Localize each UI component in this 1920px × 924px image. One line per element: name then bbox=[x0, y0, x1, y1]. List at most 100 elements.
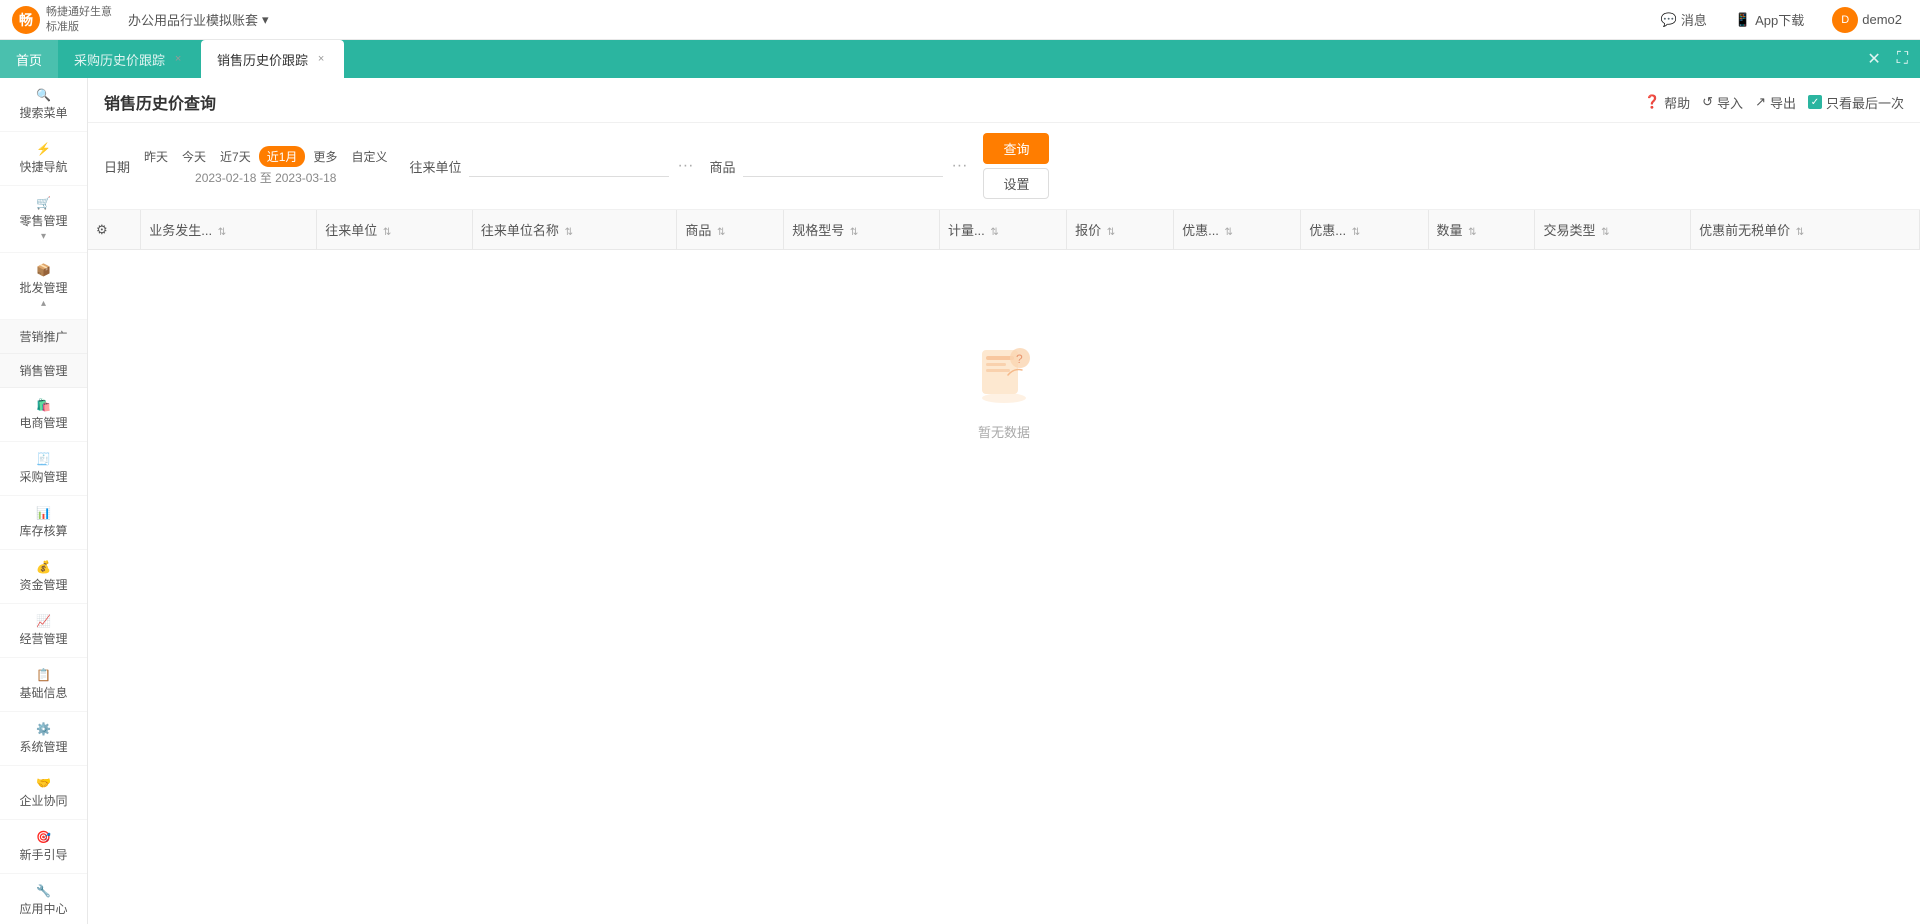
only-last-checkbox-label[interactable]: ✓ 只看最后一次 bbox=[1808, 93, 1904, 112]
retail-icon: 🛒 bbox=[36, 196, 51, 210]
content-area: 销售历史价查询 ❓ 帮助 ↺ 导入 ↗ 导出 ✓ 只看最后一次 bbox=[88, 78, 1920, 924]
sidebar-item-enterprise[interactable]: 🤝 企业协同 bbox=[0, 766, 87, 820]
message-button[interactable]: 💬 消息 bbox=[1655, 6, 1713, 33]
sidebar-item-appstore[interactable]: 🔧 应用中心 bbox=[0, 874, 87, 924]
top-bar-right: 💬 消息 📱 App下载 D demo2 bbox=[1655, 3, 1908, 37]
col-discount1[interactable]: 优惠... ⇅ bbox=[1174, 210, 1301, 250]
export-button[interactable]: ↗ 导出 bbox=[1755, 93, 1796, 112]
sidebar-item-wholesale[interactable]: 📦 批发管理 ▴ bbox=[0, 253, 87, 320]
sort-icon: ⇅ bbox=[1225, 227, 1233, 238]
help-button[interactable]: ❓ 帮助 bbox=[1644, 93, 1690, 112]
col-quantity[interactable]: 数量 ⇅ bbox=[1428, 210, 1535, 250]
top-bar-left: 畅 畅捷通好生意 标准版 办公用品行业模拟账套 ▾ bbox=[12, 5, 277, 34]
col-goods[interactable]: 商品 ⇅ bbox=[677, 210, 784, 250]
top-bar: 畅 畅捷通好生意 标准版 办公用品行业模拟账套 ▾ 💬 消息 📱 App下载 D… bbox=[0, 0, 1920, 40]
col-spec[interactable]: 规格型号 ⇅ bbox=[784, 210, 940, 250]
chevron-down-icon: ▾ bbox=[262, 12, 269, 28]
date-btn-more[interactable]: 更多 bbox=[307, 146, 343, 167]
empty-text: 暂无数据 bbox=[978, 422, 1030, 441]
sidebar-item-marketing[interactable]: 营销推广 bbox=[0, 320, 87, 354]
sort-icon: ⇅ bbox=[1601, 227, 1609, 238]
sort-icon: ⇅ bbox=[1107, 227, 1115, 238]
sort-icon: ⇅ bbox=[1352, 227, 1360, 238]
sidebar-item-newbie[interactable]: 🎯 新手引导 bbox=[0, 820, 87, 874]
date-buttons-row: 昨天 今天 近7天 近1月 更多 自定义 bbox=[138, 146, 393, 167]
partner-input[interactable] bbox=[469, 155, 669, 177]
partner-filter-group: 往来单位 ··· bbox=[409, 155, 693, 177]
sidebar-item-retail[interactable]: 🛒 零售管理 ▾ bbox=[0, 186, 87, 253]
tab-bar: 首页 采购历史价跟踪 × 销售历史价跟踪 × ✕ ⛶ bbox=[0, 40, 1920, 78]
sidebar-item-system[interactable]: ⚙️ 系统管理 bbox=[0, 712, 87, 766]
filter-settings-button[interactable]: 设置 bbox=[983, 168, 1049, 199]
col-pre-tax-price[interactable]: 优惠前无税单价 ⇅ bbox=[1691, 210, 1920, 250]
col-partner-name[interactable]: 往来单位名称 ⇅ bbox=[472, 210, 676, 250]
sidebar: 🔍 搜索菜单 ⚡ 快捷导航 🛒 零售管理 ▾ 📦 批发管理 ▴ 营销推广 销售管… bbox=[0, 78, 88, 924]
tab-home[interactable]: 首页 bbox=[0, 40, 58, 78]
svg-text:?: ? bbox=[1016, 352, 1023, 366]
import-button[interactable]: ↺ 导入 bbox=[1702, 93, 1743, 112]
sidebar-item-inventory[interactable]: 📊 库存核算 bbox=[0, 496, 87, 550]
col-biz-date[interactable]: 业务发生... ⇅ bbox=[141, 210, 317, 250]
export-icon: ↗ bbox=[1755, 94, 1766, 110]
enterprise-icon: 🤝 bbox=[36, 776, 51, 790]
basic-icon: 📋 bbox=[36, 668, 51, 682]
page-header: 销售历史价查询 ❓ 帮助 ↺ 导入 ↗ 导出 ✓ 只看最后一次 bbox=[88, 78, 1920, 123]
partner-label: 往来单位 bbox=[409, 157, 461, 176]
col-trade-type[interactable]: 交易类型 ⇅ bbox=[1535, 210, 1691, 250]
col-quote[interactable]: 报价 ⇅ bbox=[1067, 210, 1174, 250]
col-unit[interactable]: 计量... ⇅ bbox=[939, 210, 1066, 250]
goods-dots[interactable]: ··· bbox=[951, 157, 967, 175]
sort-icon: ⇅ bbox=[990, 227, 998, 238]
date-buttons: 昨天 今天 近7天 近1月 更多 自定义 2023-02-18 至 2023-0… bbox=[138, 146, 393, 186]
ecommerce-icon: 🛍️ bbox=[36, 398, 51, 412]
date-btn-today[interactable]: 今天 bbox=[176, 146, 212, 167]
logo-text: 畅捷通好生意 标准版 bbox=[46, 5, 112, 34]
appstore-icon: 🔧 bbox=[36, 884, 51, 898]
tab-purchase-history[interactable]: 采购历史价跟踪 × bbox=[58, 40, 201, 78]
fullscreen-button[interactable]: ⛶ bbox=[1893, 46, 1912, 72]
date-btn-7days[interactable]: 近7天 bbox=[214, 146, 257, 167]
col-discount2[interactable]: 优惠... ⇅ bbox=[1301, 210, 1428, 250]
empty-state: ? 暂无数据 bbox=[88, 250, 1920, 521]
search-icon: 🔍 bbox=[36, 88, 51, 102]
sidebar-item-sales-mgmt[interactable]: 销售管理 bbox=[0, 354, 87, 388]
partner-dots[interactable]: ··· bbox=[677, 157, 693, 175]
col-partner-code[interactable]: 往来单位 ⇅ bbox=[317, 210, 473, 250]
sort-icon: ⇅ bbox=[717, 227, 725, 238]
date-btn-custom[interactable]: 自定义 bbox=[345, 146, 393, 167]
page-title: 销售历史价查询 bbox=[104, 90, 216, 114]
close-all-tabs-button[interactable]: ✕ bbox=[1863, 45, 1884, 73]
date-btn-yesterday[interactable]: 昨天 bbox=[138, 146, 174, 167]
sort-icon: ⇅ bbox=[218, 227, 226, 238]
sidebar-item-shortcuts[interactable]: ⚡ 快捷导航 bbox=[0, 132, 87, 186]
date-label: 日期 bbox=[104, 157, 130, 176]
sort-icon: ⇅ bbox=[383, 227, 391, 238]
close-purchase-history-tab[interactable]: × bbox=[171, 52, 185, 66]
business-icon: 📈 bbox=[36, 614, 51, 628]
col-settings[interactable]: ⚙ bbox=[88, 210, 141, 250]
main-layout: 🔍 搜索菜单 ⚡ 快捷导航 🛒 零售管理 ▾ 📦 批发管理 ▴ 营销推广 销售管… bbox=[0, 78, 1920, 924]
sidebar-item-business[interactable]: 📈 经营管理 bbox=[0, 604, 87, 658]
chevron-up-icon: ▴ bbox=[41, 298, 46, 309]
goods-input[interactable] bbox=[743, 155, 943, 177]
logo-area: 畅 畅捷通好生意 标准版 bbox=[12, 5, 112, 34]
workspace-selector[interactable]: 办公用品行业模拟账套 ▾ bbox=[120, 6, 277, 33]
message-icon: 💬 bbox=[1661, 12, 1677, 28]
tab-sales-history[interactable]: 销售历史价跟踪 × bbox=[201, 40, 344, 78]
inventory-icon: 📊 bbox=[36, 506, 51, 520]
table-header-row: ⚙ 业务发生... ⇅ 往来单位 ⇅ 往来单位名称 ⇅ bbox=[88, 210, 1920, 250]
sidebar-item-ecommerce[interactable]: 🛍️ 电商管理 bbox=[0, 388, 87, 442]
sidebar-item-search[interactable]: 🔍 搜索菜单 bbox=[0, 78, 87, 132]
user-profile[interactable]: D demo2 bbox=[1826, 3, 1908, 37]
sidebar-item-finance[interactable]: 💰 资金管理 bbox=[0, 550, 87, 604]
sidebar-item-purchase[interactable]: 🧾 采购管理 bbox=[0, 442, 87, 496]
query-button[interactable]: 查询 bbox=[983, 133, 1049, 164]
close-sales-history-tab[interactable]: × bbox=[314, 52, 328, 66]
sidebar-item-basic[interactable]: 📋 基础信息 bbox=[0, 658, 87, 712]
column-settings-icon[interactable]: ⚙ bbox=[96, 222, 108, 237]
only-last-checkbox[interactable]: ✓ bbox=[1808, 95, 1822, 109]
goods-label: 商品 bbox=[709, 157, 735, 176]
app-download-button[interactable]: 📱 App下载 bbox=[1729, 6, 1810, 33]
date-btn-1month[interactable]: 近1月 bbox=[259, 146, 306, 167]
filter-actions: 查询 设置 bbox=[983, 133, 1049, 199]
